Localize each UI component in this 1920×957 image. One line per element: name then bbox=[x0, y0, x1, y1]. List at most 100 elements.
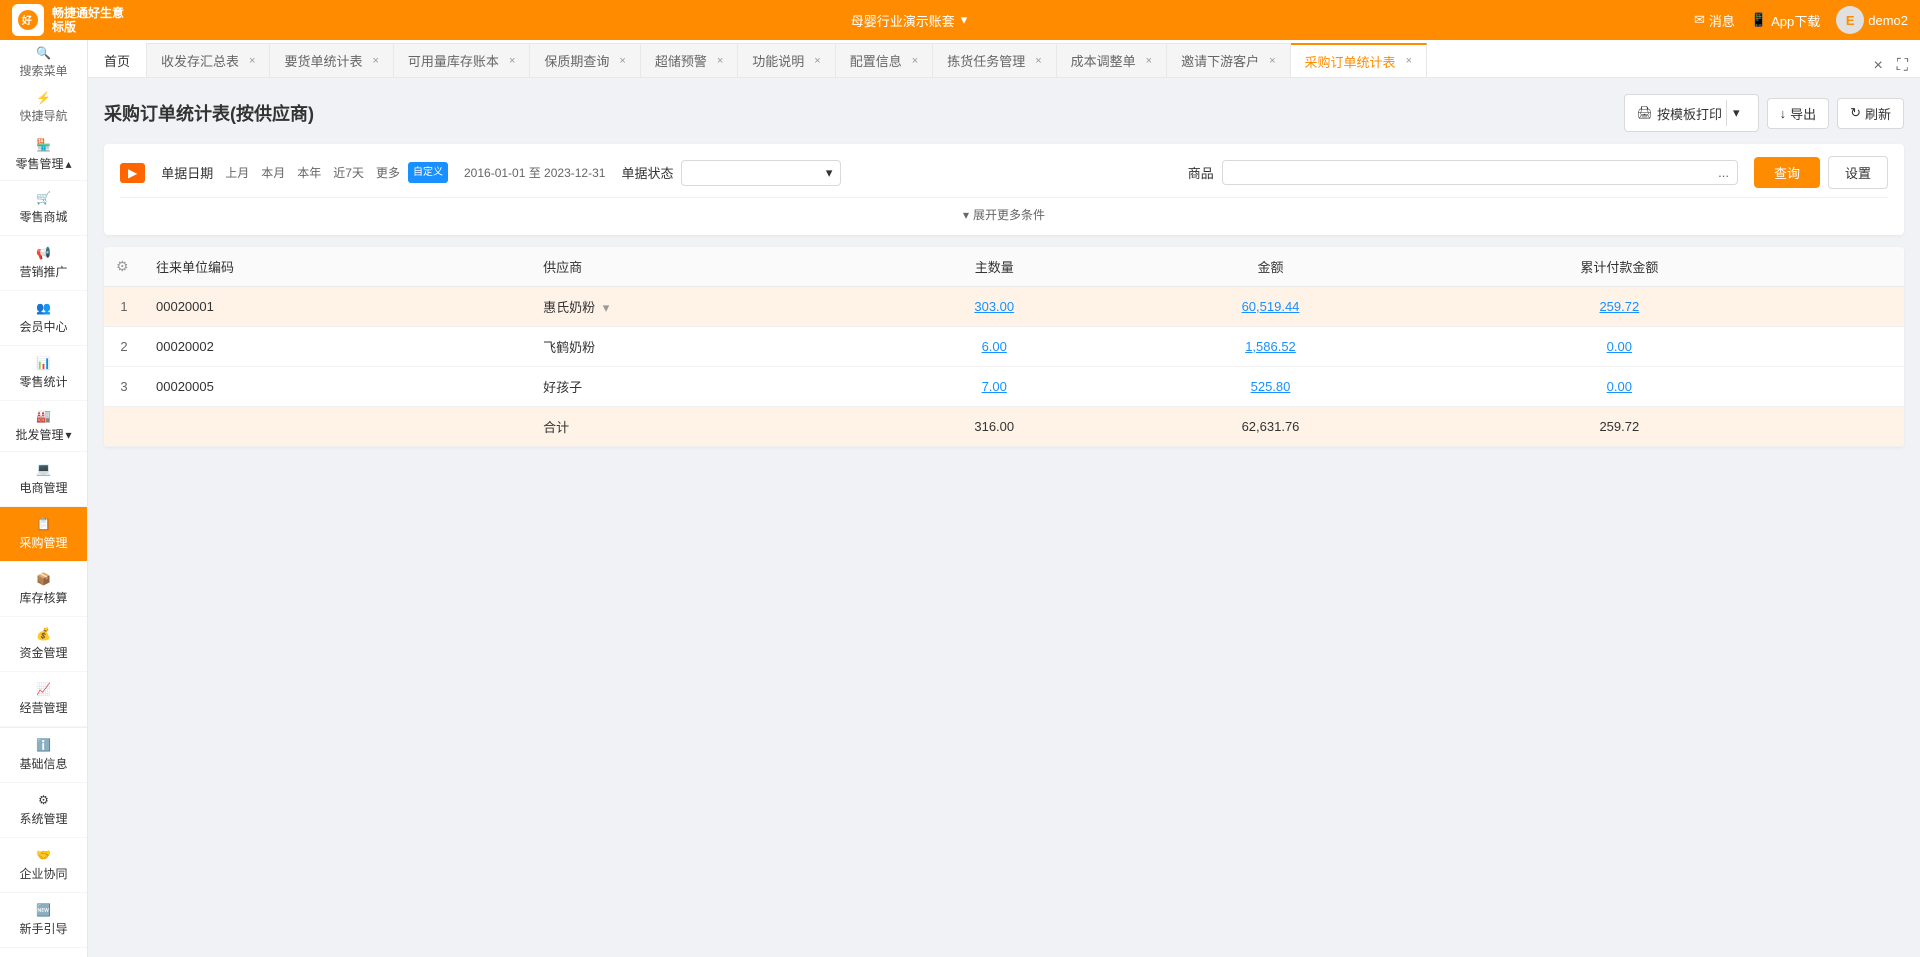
tab-close-pick-task[interactable]: × bbox=[1035, 55, 1041, 67]
date-btn-last-month[interactable]: 上月 bbox=[221, 162, 253, 183]
status-select[interactable]: ▾ bbox=[681, 160, 841, 186]
message-btn[interactable]: ✉ 消息 bbox=[1694, 11, 1735, 30]
table-row[interactable]: 1 00020001 惠氏奶粉 ▾ 303.00 60,519.44 259.7… bbox=[104, 287, 1904, 327]
tab-close-goods-summary[interactable]: × bbox=[372, 55, 378, 67]
print-dropdown-arrow[interactable]: ▾ bbox=[1726, 100, 1746, 126]
row-dropdown-icon-1[interactable]: ▾ bbox=[603, 300, 610, 315]
page-title: 采购订单统计表(按供应商) bbox=[104, 100, 314, 126]
footer-empty-2 bbox=[144, 407, 531, 447]
row-paid-2[interactable]: 0.00 bbox=[1426, 327, 1813, 367]
tab-available-stock[interactable]: 可用量库存账本 × bbox=[394, 43, 530, 77]
tab-close-function-desc[interactable]: × bbox=[814, 55, 820, 67]
app-icon: 📱 bbox=[1751, 12, 1767, 28]
sidebar-item-marketing[interactable]: 📢 营销推广 bbox=[0, 236, 87, 291]
tab-close-overstock-warning[interactable]: × bbox=[717, 55, 723, 67]
status-label: 单据状态 bbox=[621, 163, 673, 182]
tab-purchase-summary[interactable]: 采购订单统计表 × bbox=[1291, 43, 1427, 77]
tab-close-invite-downstream[interactable]: × bbox=[1269, 55, 1275, 67]
tab-bar: 首页 收发存汇总表 × 要货单统计表 × 可用量库存账本 × 保质期查询 × 超… bbox=[88, 40, 1920, 78]
expand-more-btn[interactable]: ▾ 展开更多条件 bbox=[963, 206, 1045, 223]
sidebar-item-wholesale-manage[interactable]: 🏭 批发管理 ▾ bbox=[0, 401, 87, 452]
tab-pick-task[interactable]: 拣货任务管理 × bbox=[933, 43, 1056, 77]
tab-receive-summary[interactable]: 收发存汇总表 × bbox=[147, 43, 270, 77]
settings-btn[interactable]: 设置 bbox=[1828, 156, 1888, 189]
date-btn-7days[interactable]: 近7天 bbox=[329, 162, 368, 183]
sidebar-item-stock-check[interactable]: 📦 库存核算 bbox=[0, 562, 87, 617]
sidebar-item-app-center[interactable]: 🔧 应用中心 bbox=[0, 948, 87, 957]
expand-more-row: ▾ 展开更多条件 bbox=[120, 197, 1888, 223]
row-quantity-3[interactable]: 7.00 bbox=[873, 367, 1115, 407]
sidebar-item-member-center[interactable]: 👥 会员中心 bbox=[0, 291, 87, 346]
date-btn-this-month[interactable]: 本月 bbox=[257, 162, 289, 183]
sidebar-item-ecommerce[interactable]: 💻 电商管理 bbox=[0, 452, 87, 507]
sidebar-item-purchase-manage[interactable]: 📋 采购管理 bbox=[0, 507, 87, 562]
app-download-btn[interactable]: 📱 App下载 bbox=[1751, 11, 1820, 30]
tab-close-all-btn[interactable]: × bbox=[1869, 55, 1886, 77]
tab-invite-downstream[interactable]: 邀请下游客户 × bbox=[1167, 43, 1290, 77]
row-paid-3[interactable]: 0.00 bbox=[1426, 367, 1813, 407]
tab-close-purchase-summary[interactable]: × bbox=[1406, 55, 1412, 67]
sidebar-item-new-guide[interactable]: 🆕 新手引导 bbox=[0, 893, 87, 948]
tab-function-desc[interactable]: 功能说明 × bbox=[738, 43, 835, 77]
goods-label: 商品 bbox=[1188, 163, 1214, 182]
content-area: 首页 收发存汇总表 × 要货单统计表 × 可用量库存账本 × 保质期查询 × 超… bbox=[88, 40, 1920, 957]
table-row[interactable]: 3 00020005 好孩子 7.00 525.80 0.00 bbox=[104, 367, 1904, 407]
tab-close-config-info[interactable]: × bbox=[912, 55, 918, 67]
chevron-icon: ▴ bbox=[65, 157, 71, 171]
row-quantity-1[interactable]: 303.00 bbox=[873, 287, 1115, 327]
sidebar-item-sys-manage[interactable]: ⚙ 系统管理 bbox=[0, 783, 87, 838]
sidebar-item-enterprise-collab[interactable]: 🤝 企业协同 bbox=[0, 838, 87, 893]
row-extra-2 bbox=[1813, 327, 1904, 367]
tab-goods-summary[interactable]: 要货单统计表 × bbox=[270, 43, 393, 77]
sidebar-shortcut[interactable]: ⚡ 快捷导航 bbox=[0, 85, 87, 130]
tab-shelf-life[interactable]: 保质期查询 × bbox=[530, 43, 640, 77]
goods-input[interactable]: ... bbox=[1222, 160, 1738, 185]
member-icon: 👥 bbox=[36, 301, 51, 315]
tab-close-cost-adjust[interactable]: × bbox=[1146, 55, 1152, 67]
sidebar-item-basic-info[interactable]: ℹ️ 基础信息 bbox=[0, 728, 87, 783]
export-btn[interactable]: ↓ 导出 bbox=[1767, 98, 1830, 129]
data-table: ⚙ 往来单位编码 供应商 主数量 金额 累计付款金额 1 bbox=[104, 247, 1904, 447]
row-paid-1[interactable]: 259.72 bbox=[1426, 287, 1813, 327]
refresh-btn[interactable]: ↻ 刷新 bbox=[1837, 98, 1904, 129]
table-header-row: ⚙ 往来单位编码 供应商 主数量 金额 累计付款金额 bbox=[104, 247, 1904, 287]
tab-cost-adjust[interactable]: 成本调整单 × bbox=[1057, 43, 1167, 77]
row-num-1: 1 bbox=[104, 287, 144, 327]
tab-close-shelf-life[interactable]: × bbox=[619, 55, 625, 67]
filter-date-item: 单据日期 上月 本月 本年 近7天 更多 自定义 bbox=[161, 162, 448, 183]
settings-column-icon[interactable]: ⚙ bbox=[116, 258, 129, 274]
print-btn[interactable]: 🖨 按模板打印 ▾ bbox=[1624, 94, 1759, 132]
row-amount-3[interactable]: 525.80 bbox=[1115, 367, 1426, 407]
sidebar-item-retail-manage[interactable]: 🏪 零售管理 ▴ bbox=[0, 130, 87, 181]
logo-text: 畅捷通好生意 标版 bbox=[52, 6, 124, 35]
tab-overstock-warning[interactable]: 超储预警 × bbox=[641, 43, 738, 77]
tab-maximize-btn[interactable]: ⛶ bbox=[1893, 55, 1912, 77]
footer-amount: 62,631.76 bbox=[1115, 407, 1426, 447]
sidebar-item-retail-mall[interactable]: 🛒 零售商城 bbox=[0, 181, 87, 236]
filter-toggle-btn[interactable]: ▶ bbox=[120, 163, 145, 183]
tab-config-info[interactable]: 配置信息 × bbox=[836, 43, 933, 77]
sidebar-item-finance[interactable]: 💰 资金管理 bbox=[0, 617, 87, 672]
date-btn-more[interactable]: 更多 bbox=[372, 162, 404, 183]
user-avatar-btn[interactable]: E demo2 bbox=[1836, 6, 1908, 34]
sidebar-item-retail-stats[interactable]: 📊 零售统计 bbox=[0, 346, 87, 401]
date-shortcuts: 上月 本月 本年 近7天 更多 自定义 bbox=[221, 162, 448, 183]
custom-badge: 自定义 bbox=[408, 162, 448, 183]
date-btn-this-year[interactable]: 本年 bbox=[293, 162, 325, 183]
table-row[interactable]: 2 00020002 飞鹤奶粉 6.00 1,586.52 0.00 bbox=[104, 327, 1904, 367]
goods-more-btn[interactable]: ... bbox=[1718, 165, 1729, 180]
company-dropdown-icon[interactable]: ▾ bbox=[961, 12, 968, 28]
filter-main-row: ▶ 单据日期 上月 本月 本年 近7天 更多 自定义 2016-0 bbox=[120, 156, 1888, 189]
tab-home[interactable]: 首页 bbox=[88, 43, 147, 77]
row-amount-2[interactable]: 1,586.52 bbox=[1115, 327, 1426, 367]
sidebar-search[interactable]: 🔍 搜索菜单 bbox=[0, 40, 87, 85]
row-quantity-2[interactable]: 6.00 bbox=[873, 327, 1115, 367]
tab-close-available-stock[interactable]: × bbox=[509, 55, 515, 67]
query-btn[interactable]: 查询 bbox=[1754, 157, 1820, 188]
marketing-icon: 📢 bbox=[36, 246, 51, 260]
sidebar-item-ops-manage[interactable]: 📈 经营管理 bbox=[0, 672, 87, 727]
search-icon: 🔍 bbox=[36, 46, 51, 60]
row-amount-1[interactable]: 60,519.44 bbox=[1115, 287, 1426, 327]
tab-close-receive-summary[interactable]: × bbox=[249, 55, 255, 67]
row-code-1: 00020001 bbox=[144, 287, 531, 327]
